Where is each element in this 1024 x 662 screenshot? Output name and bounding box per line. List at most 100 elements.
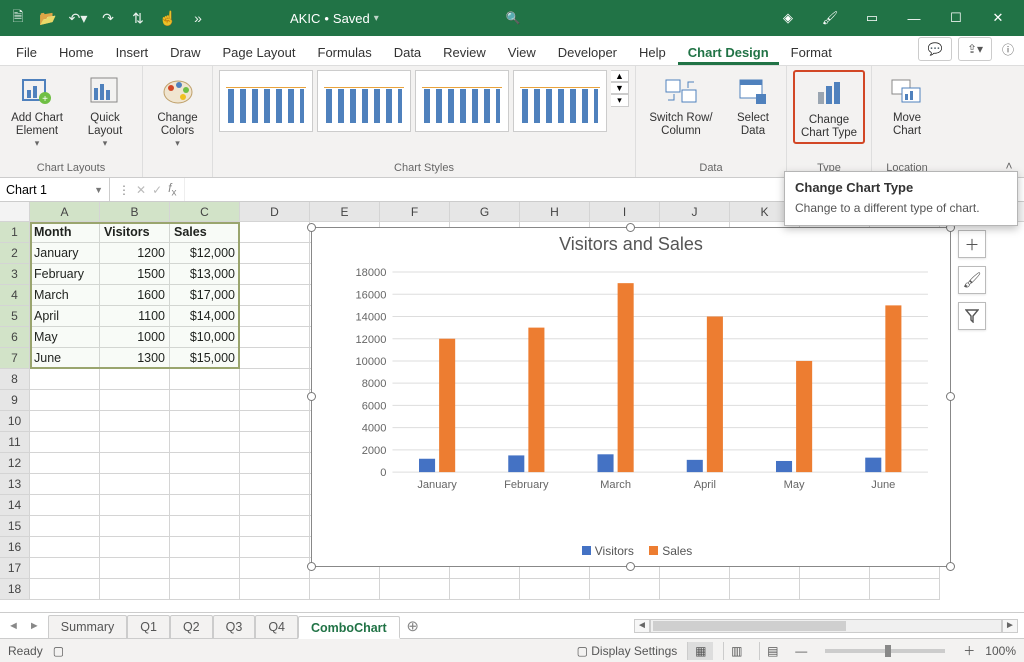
cell[interactable] [170, 411, 240, 432]
chart-style-3[interactable] [415, 70, 509, 132]
formula-dropdown-icon[interactable]: ⋮ [118, 183, 130, 197]
chart-plot-area[interactable]: 0200040006000800010000120001400016000180… [346, 268, 932, 500]
cell[interactable]: 1500 [100, 264, 170, 285]
cell[interactable]: June [30, 348, 100, 369]
row-header[interactable]: 12 [0, 453, 30, 474]
cell[interactable] [240, 411, 310, 432]
cell[interactable] [30, 474, 100, 495]
switch-row-column-button[interactable]: Switch Row/ Column [642, 70, 720, 140]
cell[interactable] [870, 579, 940, 600]
styles-scroll-up-icon[interactable]: ▲ [611, 70, 629, 82]
cell[interactable] [100, 516, 170, 537]
redo-icon[interactable]: ↷ [96, 6, 120, 30]
help-icon[interactable]: ⓘ [998, 37, 1018, 61]
select-data-button[interactable]: Select Data [726, 70, 780, 140]
sheet-tab-q3[interactable]: Q3 [213, 615, 256, 638]
worksheet-grid[interactable]: ABCDEFGHIJKLM 1MonthVisitorsSales2Januar… [0, 202, 1024, 612]
chart-legend[interactable]: Visitors Sales [312, 544, 950, 558]
row-header[interactable]: 3 [0, 264, 30, 285]
sort-icon[interactable]: ⇅ [126, 6, 150, 30]
tab-draw[interactable]: Draw [160, 40, 210, 65]
row-header[interactable]: 9 [0, 390, 30, 411]
fx-icon[interactable]: fx [168, 181, 176, 198]
tab-page-layout[interactable]: Page Layout [213, 40, 306, 65]
cell[interactable] [100, 432, 170, 453]
cell[interactable] [30, 369, 100, 390]
name-box[interactable]: Chart 1▼ [0, 178, 110, 201]
row-header[interactable]: 18 [0, 579, 30, 600]
tab-help[interactable]: Help [629, 40, 676, 65]
row-header[interactable]: 14 [0, 495, 30, 516]
cell[interactable] [240, 537, 310, 558]
cell[interactable]: May [30, 327, 100, 348]
move-chart-button[interactable]: Move Chart [878, 70, 936, 140]
cell[interactable] [170, 537, 240, 558]
tab-home[interactable]: Home [49, 40, 104, 65]
cell[interactable]: 1300 [100, 348, 170, 369]
cell[interactable]: Visitors [100, 222, 170, 243]
cell[interactable] [590, 579, 660, 600]
chart-styles-button[interactable]: 🖌 [958, 266, 986, 294]
styles-expand-icon[interactable]: ▾ [611, 94, 629, 107]
tab-file[interactable]: File [6, 40, 47, 65]
column-header[interactable]: C [170, 202, 240, 221]
row-header[interactable]: 5 [0, 306, 30, 327]
row-header[interactable]: 13 [0, 474, 30, 495]
cell[interactable] [30, 495, 100, 516]
touch-mode-icon[interactable]: ☝ [156, 6, 180, 30]
ribbon-display-icon[interactable]: ▭ [852, 2, 892, 34]
comments-button[interactable]: 💬 [918, 37, 952, 61]
select-all-corner[interactable] [0, 202, 30, 221]
sheet-nav-next-icon[interactable]: ► [29, 620, 40, 632]
cell[interactable] [240, 348, 310, 369]
zoom-slider[interactable] [825, 649, 945, 653]
row-header[interactable]: 2 [0, 243, 30, 264]
scroll-thumb[interactable] [653, 621, 846, 631]
display-settings-button[interactable]: ▢ Display Settings [577, 644, 678, 658]
cell[interactable] [100, 495, 170, 516]
tab-insert[interactable]: Insert [106, 40, 159, 65]
open-file-icon[interactable]: 📂 [36, 6, 60, 30]
tab-chart-design[interactable]: Chart Design [678, 40, 779, 65]
quick-layout-button[interactable]: Quick Layout▾ [74, 70, 136, 151]
cell[interactable] [30, 390, 100, 411]
cell[interactable] [100, 411, 170, 432]
column-header[interactable]: J [660, 202, 730, 221]
cell[interactable] [240, 453, 310, 474]
sheet-tab-combochart[interactable]: ComboChart [298, 616, 400, 639]
cell[interactable]: 1100 [100, 306, 170, 327]
cell[interactable] [170, 558, 240, 579]
cell[interactable] [240, 306, 310, 327]
maximize-button[interactable]: ☐ [936, 2, 976, 34]
cell[interactable] [450, 579, 520, 600]
cell[interactable] [240, 243, 310, 264]
cell[interactable]: February [30, 264, 100, 285]
tab-data[interactable]: Data [384, 40, 431, 65]
cell[interactable] [100, 390, 170, 411]
cell[interactable]: $10,000 [170, 327, 240, 348]
row-header[interactable]: 7 [0, 348, 30, 369]
cell[interactable] [100, 537, 170, 558]
cell[interactable] [30, 579, 100, 600]
chart-style-1[interactable] [219, 70, 313, 132]
cell[interactable] [30, 558, 100, 579]
row-header[interactable]: 8 [0, 369, 30, 390]
column-header[interactable]: F [380, 202, 450, 221]
cell[interactable]: Month [30, 222, 100, 243]
cell[interactable] [240, 579, 310, 600]
macro-record-icon[interactable]: ▢ [53, 644, 64, 658]
horizontal-scrollbar[interactable]: ◄ ► [634, 613, 1024, 638]
cell[interactable] [240, 432, 310, 453]
cell[interactable] [240, 558, 310, 579]
new-sheet-button[interactable]: ⊕ [400, 613, 426, 638]
cell[interactable] [170, 579, 240, 600]
brush-icon[interactable]: 🖌 [810, 2, 850, 34]
cell[interactable] [100, 453, 170, 474]
sheet-tab-q1[interactable]: Q1 [127, 615, 170, 638]
column-header[interactable]: E [310, 202, 380, 221]
row-header[interactable]: 16 [0, 537, 30, 558]
title-dropdown-icon[interactable]: ▾ [374, 13, 379, 24]
zoom-in-button[interactable]: ＋ [963, 642, 975, 659]
chevron-down-icon[interactable]: ▼ [94, 185, 103, 195]
cell[interactable] [30, 411, 100, 432]
